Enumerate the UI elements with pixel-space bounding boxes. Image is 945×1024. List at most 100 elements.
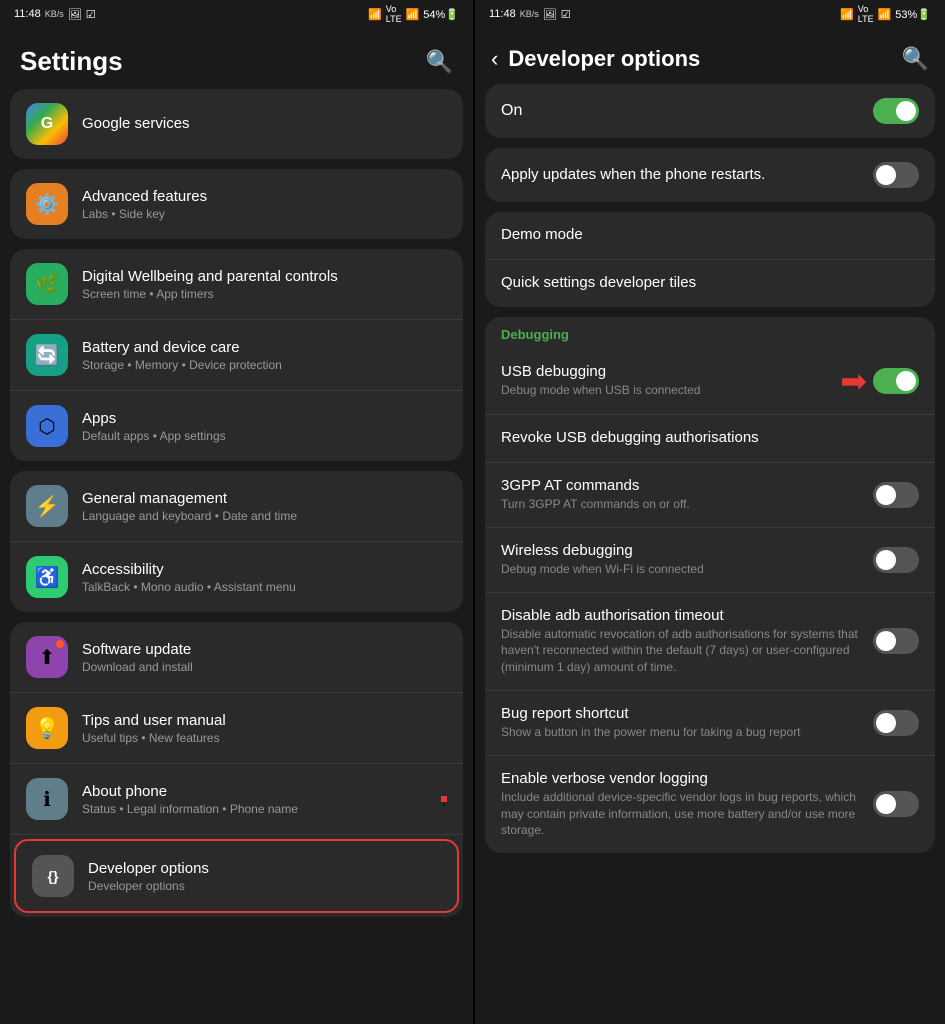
accessibility-subtitle: TalkBack • Mono audio • Assistant menu [82,580,447,594]
bug-report-item[interactable]: Bug report shortcut Show a button in the… [485,691,935,756]
google-services-text: Google services [82,115,447,134]
bug-text: Bug report shortcut Show a button in the… [501,705,861,741]
apply-updates-toggle[interactable] [873,162,919,188]
left-status-right: 📶 VoLTE 📶 54%🔋 [368,4,459,24]
tips-item[interactable]: 💡 Tips and user manual Useful tips • New… [10,693,463,764]
left-status-time: 11:48 KB/s 🖼 ☑ [14,8,96,21]
wellbeing-item[interactable]: 🌿 Digital Wellbeing and parental control… [10,249,463,320]
debugging-group: Debugging USB debugging Debug mode when … [485,317,935,853]
left-wifi-icon: 📶 [368,8,382,21]
verbose-toggle[interactable] [873,791,919,817]
software-update-item[interactable]: ⬆ Software update Download and install [10,622,463,693]
debugging-label: Debugging [485,317,935,348]
general-icon: ⚡ [26,485,68,527]
revoke-usb-item[interactable]: Revoke USB debugging authorisations [485,415,935,463]
3gpp-text: 3GPP AT commands Turn 3GPP AT commands o… [501,477,861,513]
advanced-features-group: ⚙️ Advanced features Labs • Side key [10,169,463,239]
about-item[interactable]: ℹ About phone Status • Legal information… [10,764,463,835]
software-text: Software update Download and install [82,641,447,674]
google-icon: G [26,103,68,145]
usb-debugging-toggle[interactable] [873,368,919,394]
google-services-group: G Google services [10,89,463,159]
disable-adb-subtitle: Disable automatic revocation of adb auth… [501,626,861,676]
back-button[interactable]: ‹ [491,46,498,72]
left-kb: KB/s [45,9,64,19]
verbose-title: Enable verbose vendor logging [501,770,861,787]
bug-toggle[interactable] [873,710,919,736]
3gpp-subtitle: Turn 3GPP AT commands on or off. [501,496,861,513]
general-title: General management [82,490,447,507]
left-volte: VoLTE [386,4,402,24]
wireless-text: Wireless debugging Debug mode when Wi-Fi… [501,542,861,578]
quick-title: Quick settings developer tiles [501,274,907,291]
demo-mode-item[interactable]: Demo mode [485,212,935,260]
wellbeing-icon: 🌿 [26,263,68,305]
apply-updates-text: Apply updates when the phone restarts. [501,166,861,185]
on-toggle[interactable] [873,98,919,124]
software-group: ⬆ Software update Download and install 💡… [10,622,463,917]
about-subtitle: Status • Legal information • Phone name [82,802,441,816]
verbose-item[interactable]: Enable verbose vendor logging Include ad… [485,756,935,853]
right-panel: 11:48 KB/s 🖼 ☑ 📶 VoLTE 📶 53%🔋 ‹ Develope… [473,0,945,1024]
accessibility-item[interactable]: ♿ Accessibility TalkBack • Mono audio • … [10,542,463,612]
settings-search-icon[interactable]: 🔍 [426,49,453,75]
wireless-debug-item[interactable]: Wireless debugging Debug mode when Wi-Fi… [485,528,935,593]
right-kb: KB/s [520,9,539,19]
wireless-toggle[interactable] [873,547,919,573]
left-signal-icon: 📶 [406,8,420,21]
left-battery: 54%🔋 [423,8,459,21]
disable-adb-item[interactable]: Disable adb authorisation timeout Disabl… [485,593,935,691]
battery-item[interactable]: 🔄 Battery and device care Storage • Memo… [10,320,463,391]
verbose-text: Enable verbose vendor logging Include ad… [501,770,861,839]
quick-settings-item[interactable]: Quick settings developer tiles [485,260,935,307]
battery-subtitle: Storage • Memory • Device protection [82,358,447,372]
disable-adb-text: Disable adb authorisation timeout Disabl… [501,607,861,676]
right-battery: 53%🔋 [895,8,931,21]
right-signal-icon: 📶 [878,8,892,21]
tips-icon: 💡 [26,707,68,749]
3gpp-item[interactable]: 3GPP AT commands Turn 3GPP AT commands o… [485,463,935,528]
accessibility-title: Accessibility [82,561,447,578]
battery-title: Battery and device care [82,339,447,356]
software-icon: ⬆ [26,636,68,678]
developer-item[interactable]: {} Developer options Developer options [14,839,459,913]
wireless-subtitle: Debug mode when Wi-Fi is connected [501,561,861,578]
3gpp-title: 3GPP AT commands [501,477,861,494]
developer-title: Developer options [88,860,441,877]
apply-updates-title: Apply updates when the phone restarts. [501,166,861,183]
verbose-subtitle: Include additional device-specific vendo… [501,789,861,839]
about-red-dot: · [441,796,447,802]
tips-title: Tips and user manual [82,712,447,729]
usb-debugging-item[interactable]: USB debugging Debug mode when USB is con… [485,348,935,415]
general-text: General management Language and keyboard… [82,490,447,523]
apply-updates-item[interactable]: Apply updates when the phone restarts. [485,148,935,202]
usb-title: USB debugging [501,363,828,380]
3gpp-toggle[interactable] [873,482,919,508]
usb-arrow-icon: ➡ [840,362,867,400]
right-wifi-icon: 📶 [840,8,854,21]
google-services-item[interactable]: G Google services [10,89,463,159]
advanced-features-item[interactable]: ⚙️ Advanced features Labs • Side key [10,169,463,239]
dev-search-icon[interactable]: 🔍 [902,46,929,72]
battery-text: Battery and device care Storage • Memory… [82,339,447,372]
software-title: Software update [82,641,447,658]
right-volte: VoLTE [858,4,874,24]
bug-subtitle: Show a button in the power menu for taki… [501,724,861,741]
left-header: Settings 🔍 [0,28,473,89]
about-title: About phone [82,783,441,800]
on-toggle-group: On [485,84,935,138]
advanced-title: Advanced features [82,188,447,205]
wireless-title: Wireless debugging [501,542,861,559]
revoke-text: Revoke USB debugging authorisations [501,429,907,448]
google-services-title: Google services [82,115,447,132]
left-panel: 11:48 KB/s 🖼 ☑ 📶 VoLTE 📶 54%🔋 Settings 🔍… [0,0,473,1024]
left-content: G Google services ⚙️ Advanced features L… [0,89,473,1024]
advanced-text: Advanced features Labs • Side key [82,188,447,221]
apps-title: Apps [82,410,447,427]
wellbeing-subtitle: Screen time • App timers [82,287,447,301]
general-item[interactable]: ⚡ General management Language and keyboa… [10,471,463,542]
disable-adb-toggle[interactable] [873,628,919,654]
apps-item[interactable]: ⬡ Apps Default apps • App settings [10,391,463,461]
left-cam-icon: 🖼 [68,8,82,21]
left-status-bar: 11:48 KB/s 🖼 ☑ 📶 VoLTE 📶 54%🔋 [0,0,473,28]
